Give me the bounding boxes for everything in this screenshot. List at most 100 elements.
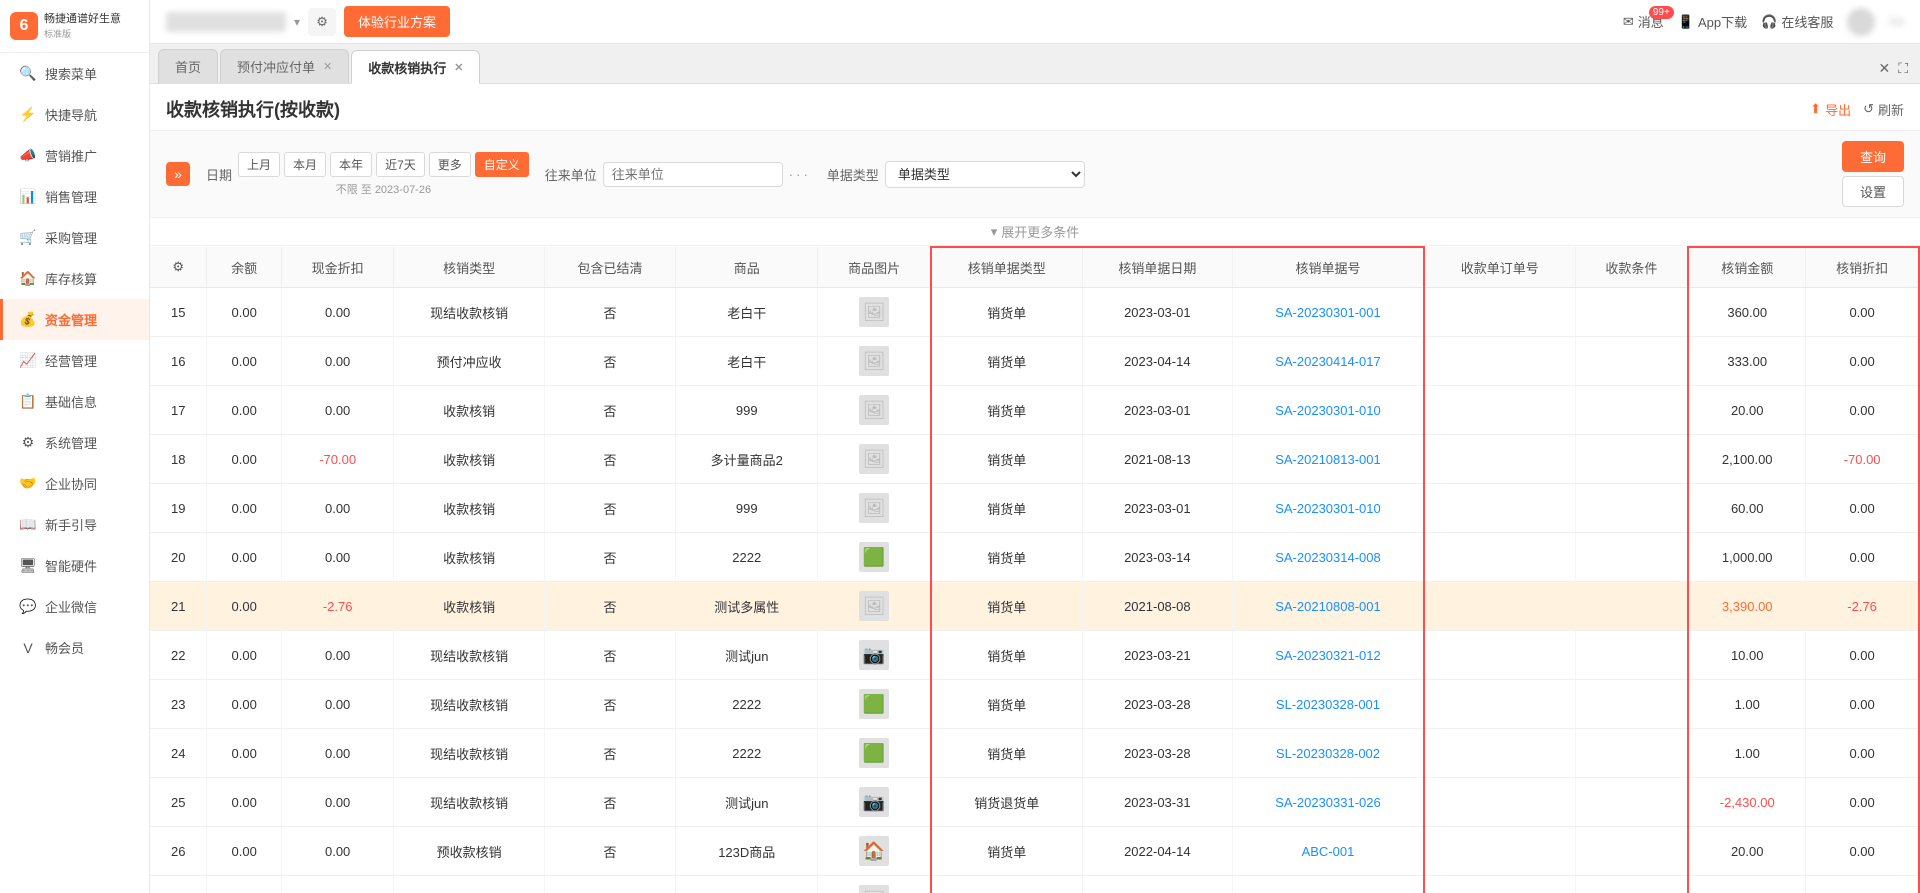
cell-4-3: 收款核销 [394,484,544,533]
date-7-days[interactable]: 近7天 [376,152,425,177]
col-header-3: 核销类型 [394,247,544,288]
expand-conditions-button[interactable]: ▾ 展开更多条件 [991,222,1080,241]
sidebar-item-2[interactable]: 📣 营销推广 [0,135,149,176]
doctype-select[interactable]: 单据类型 [885,161,1085,188]
cell-1-11 [1575,337,1688,386]
maximize-icon[interactable]: ⛶ [1898,60,1908,77]
cell-11-9[interactable]: ABC-001 [1233,827,1424,876]
date-more[interactable]: 更多 [429,152,471,177]
table-wrapper[interactable]: ⚙余额现金折扣核销类型包含已结清商品商品图片核销单据类型核销单据日期核销单据号收… [150,246,1920,893]
tab-1[interactable]: 预付冲应付单✕ [220,49,349,83]
sidebar-label-3: 销售管理 [45,187,97,206]
message-button[interactable]: ✉ 消息 99+ [1623,12,1664,31]
partner-input[interactable] [603,162,783,187]
tab-close-1[interactable]: ✕ [323,60,332,73]
query-button[interactable]: 查询 [1842,141,1904,172]
sidebar-item-5[interactable]: 🏠 库存核算 [0,258,149,299]
doc-no-link-2[interactable]: SA-20230301-010 [1275,403,1381,418]
data-table: ⚙余额现金折扣核销类型包含已结清商品商品图片核销单据类型核销单据日期核销单据号收… [150,246,1920,893]
cell-2-9[interactable]: SA-20230301-010 [1233,386,1424,435]
filter-settings-button[interactable]: 设置 [1842,176,1904,207]
product-image-4: 🖼 [859,493,889,523]
doc-no-link-8[interactable]: SL-20230328-001 [1276,697,1380,712]
date-custom[interactable]: 自定义 [475,152,529,177]
cell-12-7: 销货单 [931,876,1082,893]
cell-12-9[interactable]: SL-20230408-001 [1233,876,1424,893]
online-service-button[interactable]: 🎧 在线客服 [1761,12,1833,31]
cell-4-10 [1424,484,1575,533]
sidebar-item-12[interactable]: 🖥 智能硬件 [0,545,149,586]
sidebar-label-1: 快捷导航 [45,105,97,124]
cell-8-9[interactable]: SL-20230328-001 [1233,680,1424,729]
close-tab-icon[interactable]: ✕ [1878,60,1890,77]
tab-0[interactable]: 首页 [158,49,218,83]
doc-no-link-1[interactable]: SA-20230414-017 [1275,354,1381,369]
cell-6-9[interactable]: SA-20210808-001 [1233,582,1424,631]
sidebar-item-6[interactable]: 💰 资金管理 [0,299,149,340]
sidebar-icon-13: 💬 [19,598,37,615]
doc-no-link-5[interactable]: SA-20230314-008 [1275,550,1381,565]
cell-2-2: 0.00 [281,386,393,435]
cell-4-9[interactable]: SA-20230301-010 [1233,484,1424,533]
user-avatar[interactable] [1847,8,1875,36]
sidebar-item-4[interactable]: 🛒 采购管理 [0,217,149,258]
sidebar-item-1[interactable]: ⚡ 快捷导航 [0,94,149,135]
sidebar-item-3[interactable]: 📊 销售管理 [0,176,149,217]
doc-no-link-4[interactable]: SA-20230301-010 [1275,501,1381,516]
tabbar: 首页预付冲应付单✕收款核销执行✕ ✕ ⛶ [150,44,1920,84]
doc-no-link-3[interactable]: SA-20210813-001 [1275,452,1381,467]
cell-4-5: 999 [676,484,818,533]
cell-7-9[interactable]: SA-20230321-012 [1233,631,1424,680]
cell-9-3: 现结收款核销 [394,729,544,778]
sidebar-item-8[interactable]: 📋 基础信息 [0,381,149,422]
cell-9-4: 否 [544,729,675,778]
sidebar-item-13[interactable]: 💬 企业微信 [0,586,149,627]
sidebar-item-14[interactable]: V 畅会员 [0,627,149,668]
sidebar-item-7[interactable]: 📈 经营管理 [0,340,149,381]
tab-close-2[interactable]: ✕ [454,61,463,74]
cell-2-1: 0.00 [207,386,282,435]
cell-1-8: 2023-04-14 [1082,337,1232,386]
sidebar-item-0[interactable]: 🔍 搜索菜单 [0,53,149,94]
export-button[interactable]: ⬆ 导出 [1810,100,1851,119]
cell-9-10 [1424,729,1575,778]
date-this-month[interactable]: 本月 [284,152,326,177]
cell-10-9[interactable]: SA-20230331-026 [1233,778,1424,827]
cell-0-9[interactable]: SA-20230301-001 [1233,288,1424,337]
settings-icon[interactable]: ⚙ [308,8,336,36]
tab-label-0: 首页 [175,57,201,76]
cell-12-3: 现结收款核销 [394,876,544,893]
tab-2[interactable]: 收款核销执行✕ [351,50,480,84]
dropdown-arrow-icon[interactable]: ▾ [294,15,300,29]
sidebar-item-9[interactable]: ⚙ 系统管理 [0,422,149,463]
cell-4-13: 0.00 [1806,484,1919,533]
doc-no-link-7[interactable]: SA-20230321-012 [1275,648,1381,663]
cell-0-1: 0.00 [207,288,282,337]
filter-toggle-button[interactable]: » [166,162,190,186]
cell-6-11 [1575,582,1688,631]
cell-1-9[interactable]: SA-20230414-017 [1233,337,1424,386]
doc-no-link-11[interactable]: ABC-001 [1302,844,1355,859]
date-this-year[interactable]: 本年 [330,152,372,177]
date-last-month[interactable]: 上月 [238,152,280,177]
refresh-button[interactable]: ↺ 刷新 [1863,100,1904,119]
trial-button[interactable]: 体验行业方案 [344,6,450,37]
doc-no-link-6[interactable]: SA-20210808-001 [1275,599,1381,614]
app-download-button[interactable]: 📱 App下载 [1678,12,1747,31]
cell-8-2: 0.00 [281,680,393,729]
sidebar-item-10[interactable]: 🤝 企业协同 [0,463,149,504]
sidebar-label-10: 企业协同 [45,474,97,493]
product-image-6: 🖼 [859,591,889,621]
cell-12-4: 否 [544,876,675,893]
cell-5-9[interactable]: SA-20230314-008 [1233,533,1424,582]
sidebar-item-11[interactable]: 📖 新手引导 [0,504,149,545]
cell-11-12: 20.00 [1688,827,1805,876]
cell-5-1: 0.00 [207,533,282,582]
doc-no-link-9[interactable]: SL-20230328-002 [1276,746,1380,761]
cell-10-1: 0.00 [207,778,282,827]
doc-no-link-10[interactable]: SA-20230331-026 [1275,795,1381,810]
cell-9-9[interactable]: SL-20230328-002 [1233,729,1424,778]
doc-no-link-0[interactable]: SA-20230301-001 [1275,305,1381,320]
cell-12-8: 2023-04-08 [1082,876,1232,893]
cell-3-9[interactable]: SA-20210813-001 [1233,435,1424,484]
